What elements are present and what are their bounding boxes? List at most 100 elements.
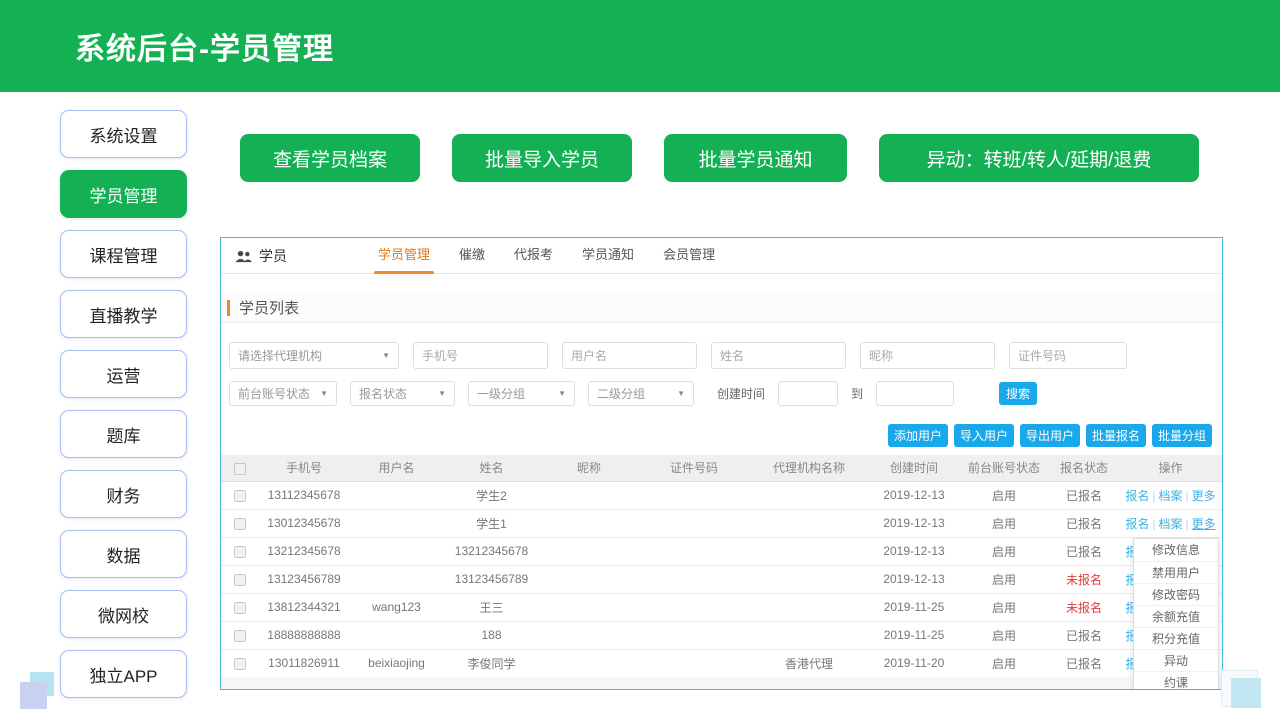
cell-reg-status: 已报名: [1049, 621, 1119, 649]
created-from-input[interactable]: [778, 381, 838, 406]
student-panel: 学员 学员管理 催缴 代报考 学员通知 会员管理 学员列表 请选择代理机构 ▼ …: [220, 237, 1223, 690]
menu-item-disable-user[interactable]: 禁用用户: [1134, 561, 1218, 583]
menu-item-balance-recharge[interactable]: 余额充值: [1134, 605, 1218, 627]
panel-header: 学员 学员管理 催缴 代报考 学员通知 会员管理: [221, 238, 1222, 274]
created-to-input[interactable]: [876, 381, 954, 406]
cell-operations: 报名|档案|更多: [1119, 481, 1222, 509]
menu-item-change-password[interactable]: 修改密码: [1134, 583, 1218, 605]
sidebar-item-standalone-app[interactable]: 独立APP: [60, 650, 187, 698]
import-users-button[interactable]: 导入用户: [954, 424, 1014, 447]
col-id-number: 证件号码: [639, 455, 749, 481]
name-filter-input[interactable]: [711, 342, 846, 369]
cell-name: 188: [444, 621, 539, 649]
menu-item-edit-info[interactable]: 修改信息: [1134, 539, 1218, 561]
tab-student-notice[interactable]: 学员通知: [580, 238, 636, 274]
cell-reg-status: 未报名: [1049, 593, 1119, 621]
cell-phone: 13011826911: [259, 649, 349, 677]
export-users-button[interactable]: 导出用户: [1020, 424, 1080, 447]
cell-id-number: [639, 481, 749, 509]
col-phone: 手机号: [259, 455, 349, 481]
phone-filter-input[interactable]: [413, 342, 548, 369]
cell-agency: 香港代理: [749, 649, 869, 677]
cell-username: [349, 621, 444, 649]
sidebar-item-course-management[interactable]: 课程管理: [60, 230, 187, 278]
cell-account-status: 启用: [959, 565, 1049, 593]
enroll-link[interactable]: 报名: [1125, 517, 1149, 531]
sidebar-item-finance[interactable]: 财务: [60, 470, 187, 518]
more-link[interactable]: 更多: [1192, 517, 1216, 531]
row-checkbox[interactable]: [234, 546, 246, 558]
cell-account-status: 启用: [959, 621, 1049, 649]
checkbox-cell: [221, 481, 259, 509]
transfer-change-button[interactable]: 异动：转班/转人/延期/退费: [879, 134, 1199, 182]
table-actions: 添加用户 导入用户 导出用户 批量报名 批量分组: [888, 424, 1212, 447]
checkbox-cell: [221, 565, 259, 593]
decor-square: [20, 682, 47, 709]
tab-member-management[interactable]: 会员管理: [661, 238, 717, 274]
sidebar: 系统设置 学员管理 课程管理 直播教学 运营 题库 财务 数据 微网校 独立AP…: [60, 110, 187, 710]
search-button[interactable]: 搜索: [999, 382, 1037, 405]
row-checkbox[interactable]: [234, 518, 246, 530]
sidebar-item-live-teaching[interactable]: 直播教学: [60, 290, 187, 338]
students-table: 手机号 用户名 姓名 昵称 证件号码 代理机构名称 创建时间 前台账号状态 报名…: [221, 455, 1222, 678]
account-status-select-value: 前台账号状态: [238, 385, 310, 402]
select-all-checkbox[interactable]: [234, 463, 246, 475]
menu-item-transfer-change[interactable]: 异动: [1134, 649, 1218, 671]
sidebar-item-question-bank[interactable]: 题库: [60, 410, 187, 458]
cell-nickname: [539, 593, 639, 621]
col-operations: 操作: [1119, 455, 1222, 481]
batch-student-notice-button[interactable]: 批量学员通知: [664, 134, 847, 182]
col-name: 姓名: [444, 455, 539, 481]
sidebar-item-data[interactable]: 数据: [60, 530, 187, 578]
batch-enroll-button[interactable]: 批量报名: [1086, 424, 1146, 447]
cell-nickname: [539, 649, 639, 677]
ops-separator: |: [1186, 517, 1189, 531]
tab-dunning[interactable]: 催缴: [457, 238, 487, 274]
nickname-filter-input[interactable]: [860, 342, 995, 369]
add-user-button[interactable]: 添加用户: [888, 424, 948, 447]
group-level2-select[interactable]: 二级分组 ▼: [588, 381, 694, 406]
enroll-link[interactable]: 报名: [1125, 489, 1149, 503]
group-level1-select[interactable]: 一级分组 ▼: [468, 381, 575, 406]
table-row: 18888888888 188 2019-11-25 启用 已报名 报名|档案|…: [221, 621, 1222, 649]
cell-account-status: 启用: [959, 537, 1049, 565]
username-filter-input[interactable]: [562, 342, 697, 369]
table-row: 13112345678 学生2 2019-12-13 启用 已报名 报名|档案|…: [221, 481, 1222, 509]
chevron-down-icon: ▼: [320, 389, 328, 398]
menu-item-points-recharge[interactable]: 积分充值: [1134, 627, 1218, 649]
account-status-select[interactable]: 前台账号状态 ▼: [229, 381, 337, 406]
archive-link[interactable]: 档案: [1158, 489, 1182, 503]
reg-status-select[interactable]: 报名状态 ▼: [350, 381, 455, 406]
cell-nickname: [539, 621, 639, 649]
more-dropdown-menu: 修改信息 禁用用户 修改密码 余额充值 积分充值 异动 约课: [1133, 538, 1219, 690]
more-link[interactable]: 更多: [1192, 489, 1216, 503]
row-checkbox[interactable]: [234, 602, 246, 614]
tab-proxy-exam[interactable]: 代报考: [512, 238, 555, 274]
select-all-cell: [221, 455, 259, 481]
cell-name: 学生2: [444, 481, 539, 509]
batch-import-students-button[interactable]: 批量导入学员: [452, 134, 632, 182]
sidebar-item-operations[interactable]: 运营: [60, 350, 187, 398]
cell-account-status: 启用: [959, 481, 1049, 509]
tab-student-management[interactable]: 学员管理: [376, 238, 432, 274]
agency-select[interactable]: 请选择代理机构 ▼: [229, 342, 399, 369]
table-row: 13812344321 wang123 王三 2019-11-25 启用 未报名…: [221, 593, 1222, 621]
row-checkbox[interactable]: [234, 658, 246, 670]
row-checkbox[interactable]: [234, 574, 246, 586]
checkbox-cell: [221, 621, 259, 649]
row-checkbox[interactable]: [234, 490, 246, 502]
view-student-archive-button[interactable]: 查看学员档案: [240, 134, 420, 182]
group-level1-select-value: 一级分组: [477, 385, 525, 402]
archive-link[interactable]: 档案: [1158, 517, 1182, 531]
sidebar-item-student-management[interactable]: 学员管理: [60, 170, 187, 218]
table-row: 13012345678 学生1 2019-12-13 启用 已报名 报名|档案|…: [221, 509, 1222, 537]
sidebar-item-micro-school[interactable]: 微网校: [60, 590, 187, 638]
cell-username: [349, 537, 444, 565]
sidebar-item-system-settings[interactable]: 系统设置: [60, 110, 187, 158]
cell-created: 2019-12-13: [869, 509, 959, 537]
id-number-filter-input[interactable]: [1009, 342, 1127, 369]
cell-agency: [749, 593, 869, 621]
batch-group-button[interactable]: 批量分组: [1152, 424, 1212, 447]
menu-item-book-lesson[interactable]: 约课: [1134, 671, 1218, 690]
row-checkbox[interactable]: [234, 630, 246, 642]
